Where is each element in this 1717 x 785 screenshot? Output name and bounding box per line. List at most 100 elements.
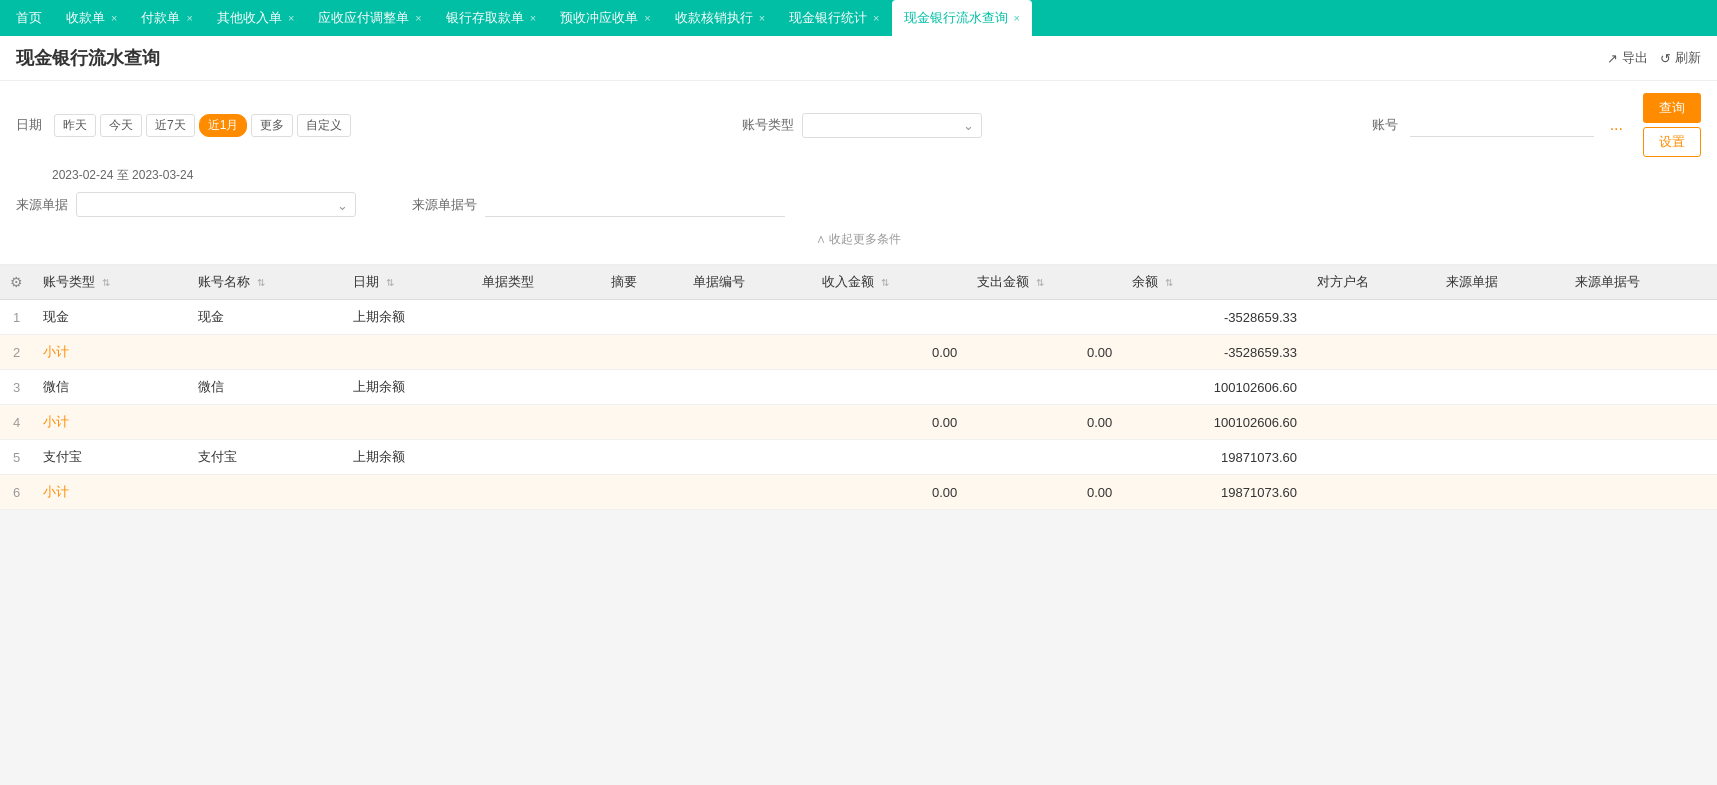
income-cell: 0.00 (812, 335, 967, 370)
col-source-doc[interactable]: 来源单据 (1436, 265, 1565, 300)
nav-cash-bank-flow-close[interactable]: × (1014, 12, 1020, 24)
col-doc-no[interactable]: 单据编号 (683, 265, 812, 300)
col-date-label: 日期 (353, 274, 379, 289)
nav-cash-bank-stats-close[interactable]: × (873, 12, 879, 24)
source-doc-cell (1436, 405, 1565, 440)
table-row[interactable]: 3微信微信上期余额100102606.60 (0, 370, 1717, 405)
col-expense[interactable]: 支出金额 ⇅ (967, 265, 1122, 300)
export-button[interactable]: ↗ 导出 (1607, 49, 1648, 67)
source-doc-no-cell (1565, 300, 1717, 335)
table-row[interactable]: 1现金现金上期余额-3528659.33 (0, 300, 1717, 335)
summary-cell (601, 335, 683, 370)
date-more[interactable]: 更多 (251, 114, 293, 137)
summary-cell (601, 300, 683, 335)
summary-cell (601, 475, 683, 510)
col-source-doc-label: 来源单据 (1446, 274, 1498, 289)
nav-other-income-close[interactable]: × (288, 12, 294, 24)
date-yesterday[interactable]: 昨天 (54, 114, 96, 137)
nav-collect-exec[interactable]: 收款核销执行 × (663, 0, 777, 36)
source-doc-select[interactable] (76, 192, 356, 217)
table-row[interactable]: 4小计0.000.00100102606.60 (0, 405, 1717, 440)
col-doc-type[interactable]: 单据类型 (472, 265, 601, 300)
page-header: 现金银行流水查询 ↗ 导出 ↺ 刷新 (0, 36, 1717, 81)
balance-cell: 100102606.60 (1122, 405, 1307, 440)
col-source-doc-no[interactable]: 来源单据号 (1565, 265, 1717, 300)
counterpart-cell (1307, 370, 1436, 405)
nav-receipts[interactable]: 收款单 × (54, 0, 129, 36)
source-doc-cell (1436, 370, 1565, 405)
account-input[interactable] (1410, 113, 1594, 137)
sort-account-type-icon: ⇅ (102, 277, 110, 288)
doc-no-cell (683, 440, 812, 475)
counterpart-cell (1307, 440, 1436, 475)
filter-row-date: 日期 昨天 今天 近7天 近1月 更多 自定义 账号类型 账号 ... 查询 设… (16, 93, 1701, 157)
nav-cash-bank-stats[interactable]: 现金银行统计 × (777, 0, 891, 36)
row-number: 5 (0, 440, 33, 475)
sort-date-icon: ⇅ (386, 277, 394, 288)
account-type-select[interactable] (802, 113, 982, 138)
refresh-icon: ↺ (1660, 51, 1671, 66)
date-cell (343, 405, 472, 440)
nav-bank-deposit-close[interactable]: × (530, 12, 536, 24)
nav-bank-deposit[interactable]: 银行存取款单 × (434, 0, 548, 36)
summary-cell (601, 370, 683, 405)
nav-collect-exec-close[interactable]: × (759, 12, 765, 24)
date-custom[interactable]: 自定义 (297, 114, 351, 137)
date-1month[interactable]: 近1月 (199, 114, 248, 137)
source-doc-num-label: 来源单据号 (412, 196, 477, 214)
nav-payments-close[interactable]: × (186, 12, 192, 24)
col-balance[interactable]: 余额 ⇅ (1122, 265, 1307, 300)
source-doc-cell (1436, 440, 1565, 475)
row-number: 1 (0, 300, 33, 335)
col-account-type[interactable]: 账号类型 ⇅ (33, 265, 188, 300)
nav-prepay-offset[interactable]: 预收冲应收单 × (548, 0, 662, 36)
source-doc-cell (1436, 300, 1565, 335)
nav-ar-ap-adjust-close[interactable]: × (415, 12, 421, 24)
expense-cell (967, 370, 1122, 405)
col-income[interactable]: 收入金额 ⇅ (812, 265, 967, 300)
refresh-button[interactable]: ↺ 刷新 (1660, 49, 1701, 67)
summary-cell (601, 440, 683, 475)
nav-receipts-close[interactable]: × (111, 12, 117, 24)
table-row[interactable]: 6小计0.000.0019871073.60 (0, 475, 1717, 510)
nav-ar-ap-adjust-label: 应收应付调整单 (318, 9, 409, 27)
nav-home[interactable]: 首页 (4, 0, 54, 36)
doc-type-cell (472, 475, 601, 510)
nav-other-income[interactable]: 其他收入单 × (205, 0, 306, 36)
settings-gear-icon[interactable]: ⚙ (10, 274, 23, 290)
col-settings[interactable]: ⚙ (0, 265, 33, 300)
income-cell (812, 300, 967, 335)
nav-cash-bank-flow[interactable]: 现金银行流水查询 × (892, 0, 1032, 36)
top-navigation: 首页 收款单 × 付款单 × 其他收入单 × 应收应付调整单 × 银行存取款单 … (0, 0, 1717, 36)
date-cell: 上期余额 (343, 440, 472, 475)
col-account-name[interactable]: 账号名称 ⇅ (188, 265, 343, 300)
col-summary[interactable]: 摘要 (601, 265, 683, 300)
col-date[interactable]: 日期 ⇅ (343, 265, 472, 300)
table-row[interactable]: 2小计0.000.00-3528659.33 (0, 335, 1717, 370)
col-source-doc-no-label: 来源单据号 (1575, 274, 1640, 289)
col-counterpart[interactable]: 对方户名 (1307, 265, 1436, 300)
col-expense-label: 支出金额 (977, 274, 1029, 289)
account-dots-button[interactable]: ... (1602, 112, 1631, 138)
source-doc-select-wrapper (76, 192, 356, 217)
balance-cell: -3528659.33 (1122, 300, 1307, 335)
nav-ar-ap-adjust[interactable]: 应收应付调整单 × (306, 0, 433, 36)
col-doc-type-label: 单据类型 (482, 274, 534, 289)
source-doc-num-input[interactable] (485, 193, 785, 217)
nav-collect-exec-label: 收款核销执行 (675, 9, 753, 27)
collapse-bar[interactable]: ∧ 收起更多条件 (16, 227, 1701, 252)
query-button[interactable]: 查询 (1643, 93, 1701, 123)
account-name-cell: 现金 (188, 300, 343, 335)
date-7days[interactable]: 近7天 (146, 114, 195, 137)
balance-cell: 19871073.60 (1122, 475, 1307, 510)
nav-payments[interactable]: 付款单 × (129, 0, 204, 36)
source-doc-no-cell (1565, 475, 1717, 510)
account-label: 账号 (1372, 116, 1402, 134)
account-type-cell: 支付宝 (33, 440, 188, 475)
nav-prepay-offset-close[interactable]: × (644, 12, 650, 24)
table-row[interactable]: 5支付宝支付宝上期余额19871073.60 (0, 440, 1717, 475)
date-today[interactable]: 今天 (100, 114, 142, 137)
setting-button[interactable]: 设置 (1643, 127, 1701, 157)
doc-type-cell (472, 300, 601, 335)
account-name-cell: 微信 (188, 370, 343, 405)
